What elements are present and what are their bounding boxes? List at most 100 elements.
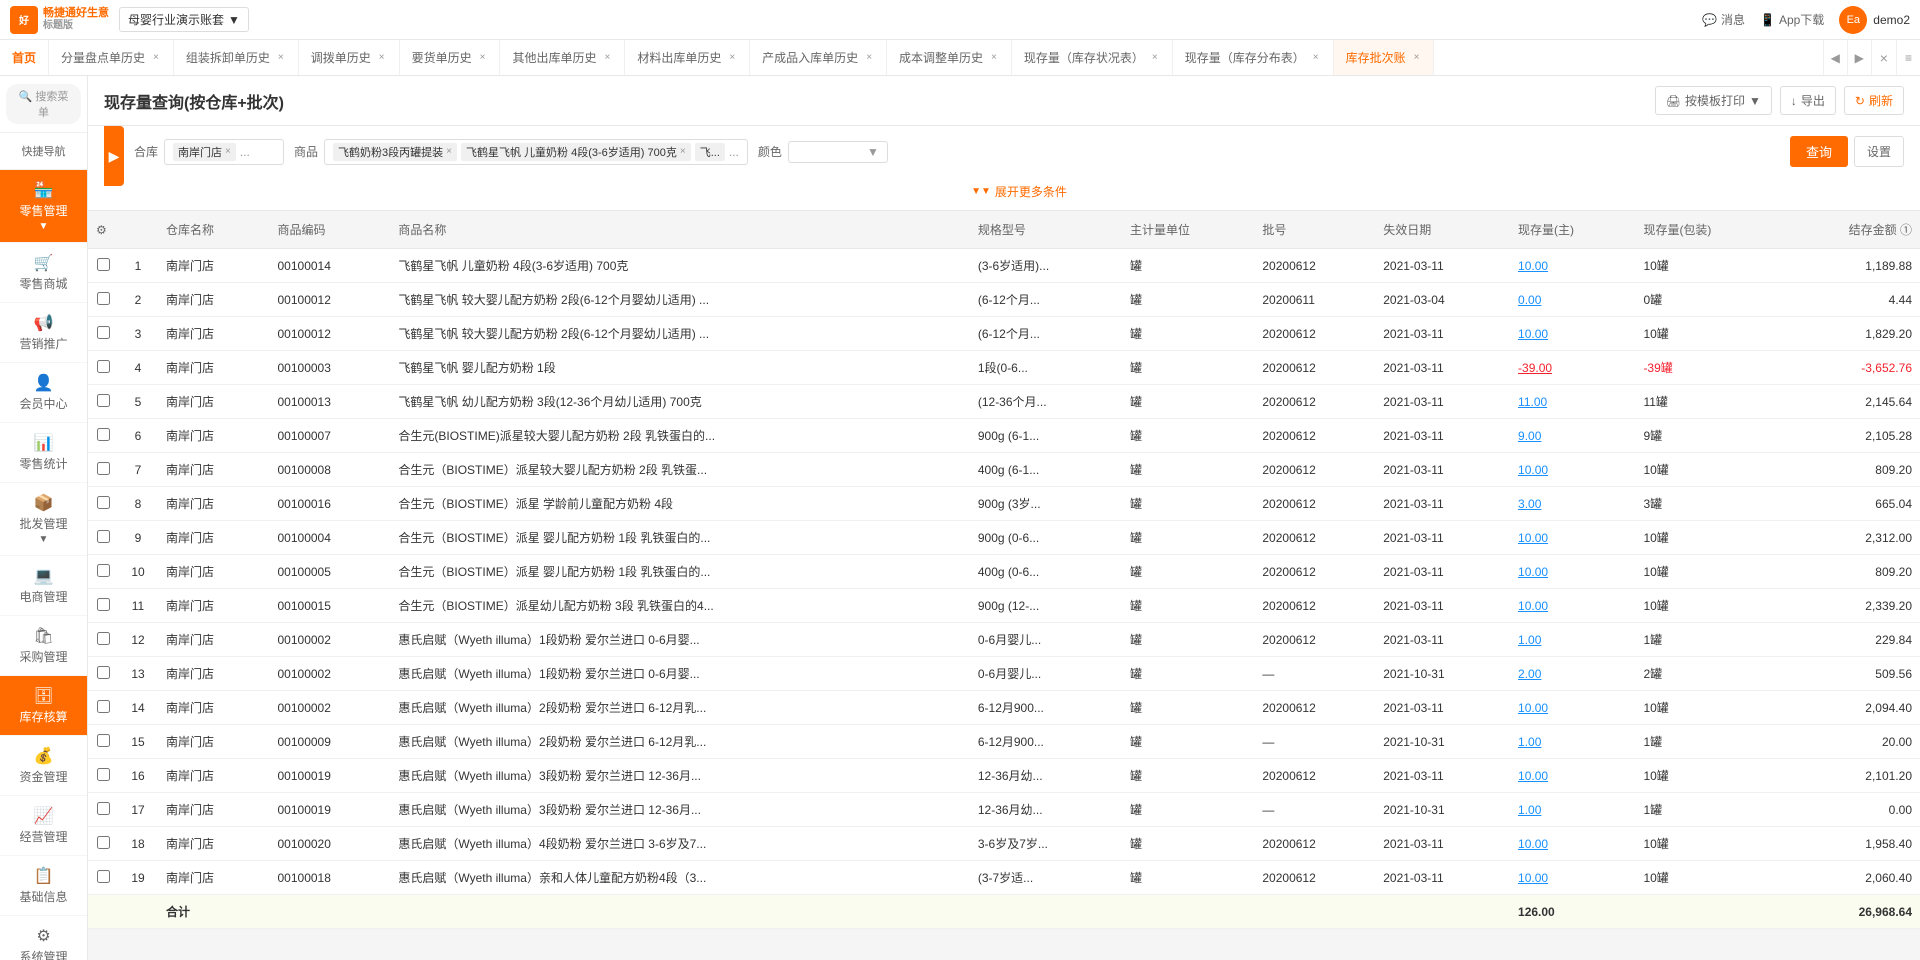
close-icon[interactable]: × [1150, 52, 1160, 63]
sidebar-item-finance[interactable]: 💰 资金管理 [0, 736, 87, 796]
sidebar-item-ecom[interactable]: 💻 电商管理 [0, 556, 87, 616]
row-stock-main[interactable]: 11.00 [1510, 385, 1635, 419]
row-checkbox[interactable] [97, 598, 110, 611]
row-checkbox[interactable] [97, 836, 110, 849]
goods-tag-close[interactable]: × [446, 146, 452, 157]
close-icon[interactable]: × [727, 52, 737, 63]
goods-tag-close[interactable]: × [680, 146, 686, 157]
row-checkbox[interactable] [97, 666, 110, 679]
row-checkbox[interactable] [97, 326, 110, 339]
goods-input[interactable]: 飞鹤奶粉3段丙罐提装 × 飞鹤星飞帆 儿童奶粉 4段(3-6岁适用) 700克 … [324, 139, 748, 165]
tab-cost-adjust[interactable]: 成本调整单历史 × [887, 40, 1012, 76]
row-checkbox[interactable] [97, 394, 110, 407]
row-checkbox[interactable] [97, 496, 110, 509]
close-icon[interactable]: × [602, 52, 612, 63]
tab-other-out[interactable]: 其他出库单历史 × [500, 40, 625, 76]
row-stock-main[interactable]: 1.00 [1510, 793, 1635, 827]
row-checkbox[interactable] [97, 428, 110, 441]
nav-prev-arrow[interactable]: ◀ [1823, 40, 1847, 76]
row-checkbox[interactable] [97, 258, 110, 271]
sidebar-item-marketing[interactable]: 📢 营销推广 [0, 303, 87, 363]
search-menu-btn[interactable]: 🔍 搜索菜单 [6, 84, 81, 124]
tab-disassemble[interactable]: 组装拆卸单历史 × [174, 40, 299, 76]
sidebar-item-retail-mall[interactable]: 🛒 零售商城 [0, 243, 87, 303]
row-checkbox[interactable] [97, 734, 110, 747]
row-stock-main[interactable]: 1.00 [1510, 623, 1635, 657]
row-stock-main[interactable]: 10.00 [1510, 249, 1635, 283]
row-checkbox[interactable] [97, 700, 110, 713]
row-stock-main[interactable]: 10.00 [1510, 555, 1635, 589]
col-settings[interactable]: ⚙ [88, 211, 118, 249]
sidebar-item-basic-info[interactable]: 📋 基础信息 [0, 856, 87, 916]
row-stock-main[interactable]: 10.00 [1510, 759, 1635, 793]
nav-close-all[interactable]: × [1871, 40, 1896, 76]
row-checkbox[interactable] [97, 768, 110, 781]
industry-select[interactable]: 母婴行业演示账套 ▼ [119, 7, 249, 32]
quick-nav-item[interactable]: 快捷导航 [0, 139, 87, 163]
expand-more-btn[interactable]: ▼▼ 展开更多条件 [971, 183, 1067, 200]
close-icon[interactable]: × [478, 52, 488, 63]
row-stock-main[interactable]: 1.00 [1510, 725, 1635, 759]
close-icon[interactable]: × [864, 52, 874, 63]
tab-home[interactable]: 首页 [0, 40, 49, 76]
goods-dots[interactable]: ... [729, 145, 739, 159]
row-checkbox[interactable] [97, 360, 110, 373]
refresh-button[interactable]: ↻ 刷新 [1844, 86, 1904, 115]
tab-stock-dist[interactable]: 现存量（库存分布表） × [1173, 40, 1334, 76]
close-icon[interactable]: × [151, 52, 161, 63]
tab-material-out[interactable]: 材料出库单历史 × [625, 40, 750, 76]
row-stock-main[interactable]: -39.00 [1510, 351, 1635, 385]
sidebar-item-wholesale[interactable]: 📦 批发管理 ▼ [0, 483, 87, 556]
close-icon[interactable]: × [989, 52, 999, 63]
row-stock-main[interactable]: 3.00 [1510, 487, 1635, 521]
row-checkbox[interactable] [97, 462, 110, 475]
tab-mixing[interactable]: 调拨单历史 × [299, 40, 400, 76]
app-download-btn[interactable]: 📱 App下载 [1760, 11, 1824, 28]
export-button[interactable]: ↓ 导出 [1780, 86, 1836, 115]
warehouse-tag-close[interactable]: × [225, 146, 231, 157]
nav-menu-icon[interactable]: ≡ [1896, 40, 1920, 76]
row-stock-main[interactable]: 10.00 [1510, 317, 1635, 351]
row-checkbox[interactable] [97, 632, 110, 645]
row-checkbox[interactable] [97, 870, 110, 883]
filter-expand-left[interactable]: ▶ [104, 126, 124, 186]
tab-batch-account[interactable]: 库存批次账 × [1334, 40, 1435, 76]
row-stock-main[interactable]: 10.00 [1510, 589, 1635, 623]
sidebar-item-retail-stats[interactable]: 📊 零售统计 [0, 423, 87, 483]
user-area[interactable]: Ea demo2 [1839, 6, 1910, 34]
query-button[interactable]: 查询 [1790, 136, 1848, 167]
warehouse-dots[interactable]: ... [240, 145, 250, 159]
row-checkbox[interactable] [97, 530, 110, 543]
tab-split-inventory[interactable]: 分量盘点单历史 × [49, 40, 174, 76]
tab-stock-status[interactable]: 现存量（库存状况表） × [1012, 40, 1173, 76]
color-down-icon[interactable]: ▼ [867, 145, 879, 159]
row-checkbox[interactable] [97, 802, 110, 815]
row-stock-main[interactable]: 10.00 [1510, 453, 1635, 487]
row-stock-main[interactable]: 10.00 [1510, 861, 1635, 895]
print-button[interactable]: 🖨 按模板打印 ▼ [1655, 86, 1772, 115]
row-stock-main[interactable]: 10.00 [1510, 827, 1635, 861]
close-icon[interactable]: × [1412, 52, 1422, 63]
color-input[interactable]: ▼ [788, 141, 888, 163]
warehouse-input[interactable]: 南岸门店 × ... [164, 139, 284, 165]
row-checkbox[interactable] [97, 292, 110, 305]
row-checkbox[interactable] [97, 564, 110, 577]
sidebar-item-member[interactable]: 👤 会员中心 [0, 363, 87, 423]
sidebar-item-purchase[interactable]: 🛍 采购管理 [0, 616, 87, 676]
close-icon[interactable]: × [1311, 52, 1321, 63]
close-icon[interactable]: × [276, 52, 286, 63]
sidebar-item-operations[interactable]: 📈 经营管理 [0, 796, 87, 856]
row-stock-main[interactable]: 10.00 [1510, 691, 1635, 725]
row-stock-main[interactable]: 0.00 [1510, 283, 1635, 317]
nav-next-arrow[interactable]: ▶ [1847, 40, 1871, 76]
settings-button[interactable]: 设置 [1854, 136, 1904, 167]
close-icon[interactable]: × [377, 52, 387, 63]
sidebar-item-system[interactable]: ⚙ 系统管理 [0, 916, 87, 960]
row-stock-main[interactable]: 2.00 [1510, 657, 1635, 691]
tab-request[interactable]: 要货单历史 × [400, 40, 501, 76]
row-stock-main[interactable]: 10.00 [1510, 521, 1635, 555]
msg-btn[interactable]: 💬 消息 [1702, 11, 1745, 28]
row-stock-main[interactable]: 9.00 [1510, 419, 1635, 453]
sidebar-item-stock-check[interactable]: 🗄 库存核算 [0, 676, 87, 736]
tab-product-in[interactable]: 产成品入库单历史 × [750, 40, 887, 76]
